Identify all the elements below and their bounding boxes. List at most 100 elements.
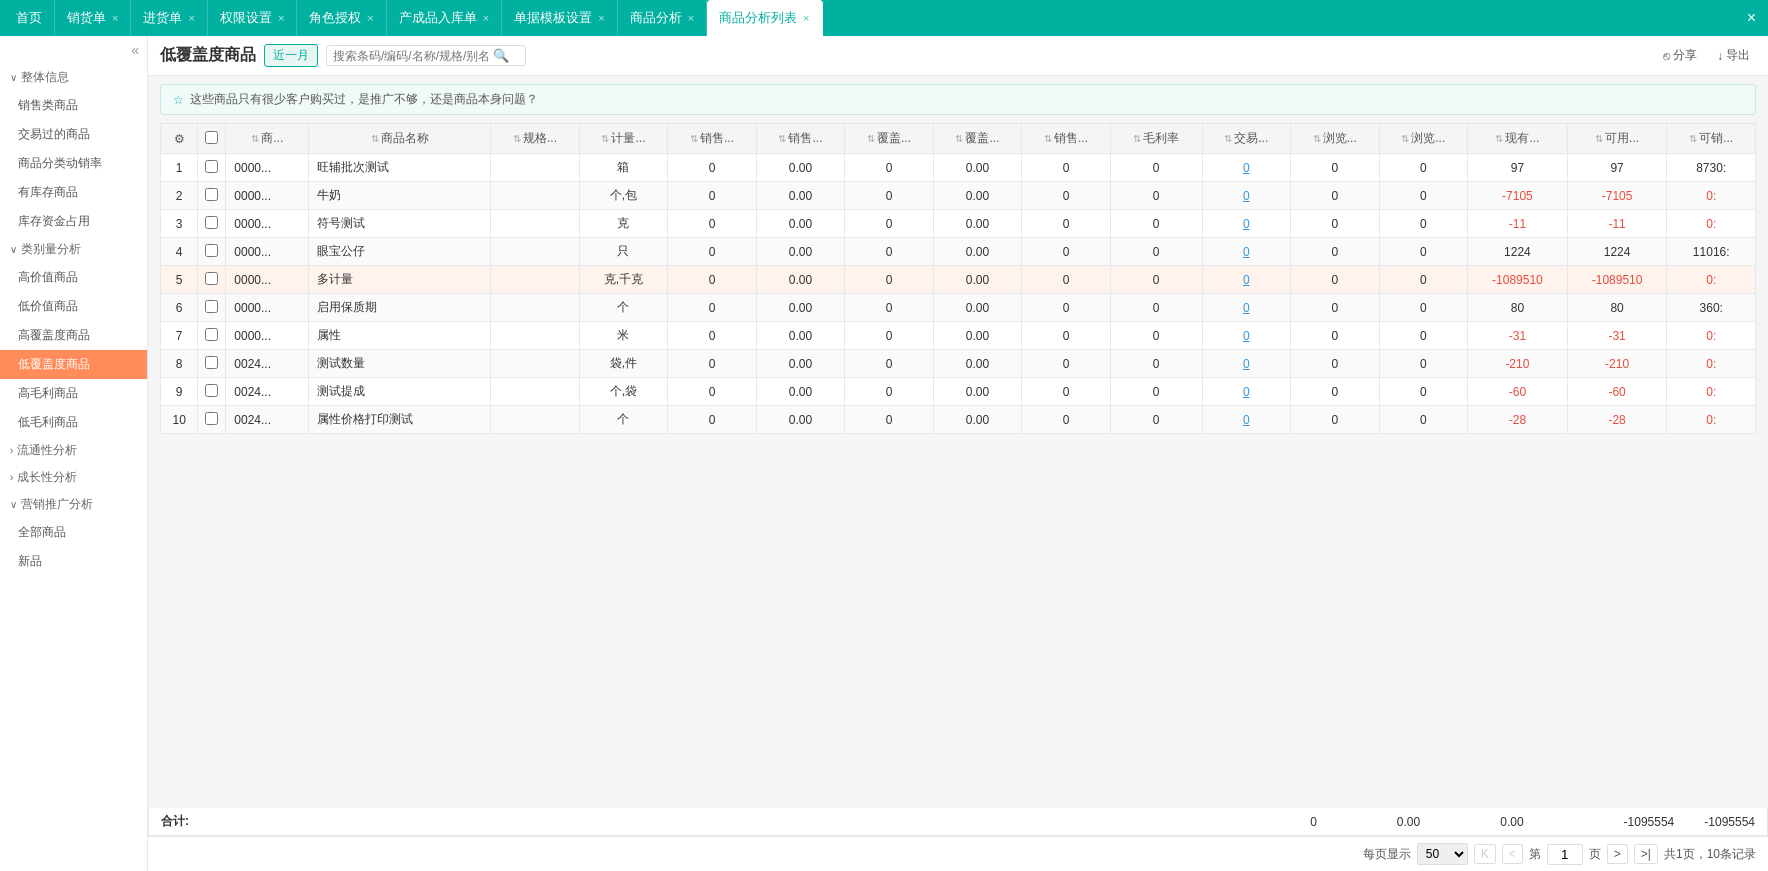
column-code[interactable]: ⇅商... — [226, 124, 309, 154]
row-checkbox[interactable] — [205, 216, 218, 229]
prev-page-button[interactable]: < — [1502, 844, 1523, 864]
row-checkbox[interactable] — [205, 244, 218, 257]
column-spec[interactable]: ⇅规格... — [491, 124, 580, 154]
nav-tab-purchase[interactable]: 进货单 × — [131, 0, 207, 36]
row-checkbox[interactable] — [205, 300, 218, 313]
select-all-checkbox[interactable] — [205, 131, 218, 144]
nav-tab-roles[interactable]: 角色授权 × — [297, 0, 386, 36]
sidebar-item-sales-goods[interactable]: 销售类商品 — [0, 91, 147, 120]
cell-checkbox[interactable] — [198, 406, 226, 434]
nav-tab-goods-analysis-list[interactable]: 商品分析列表 × — [707, 0, 822, 36]
last-page-button[interactable]: >| — [1634, 844, 1658, 864]
nav-tab-template[interactable]: 单据模板设置 × — [502, 0, 617, 36]
cell-trade[interactable]: 0 — [1202, 266, 1291, 294]
close-icon[interactable]: × — [803, 12, 809, 24]
cell-checkbox[interactable] — [198, 154, 226, 182]
cell-checkbox[interactable] — [198, 210, 226, 238]
column-sales-qty[interactable]: ⇅销售... — [668, 124, 757, 154]
column-browse1[interactable]: ⇅浏览... — [1291, 124, 1380, 154]
cell-trade[interactable]: 0 — [1202, 238, 1291, 266]
cell-trade[interactable]: 0 — [1202, 406, 1291, 434]
cell-trade[interactable]: 0 — [1202, 294, 1291, 322]
sidebar-item-low-coverage[interactable]: 低覆盖度商品 — [0, 350, 147, 379]
close-all-button[interactable]: × — [1739, 9, 1764, 27]
sidebar-item-traded-goods[interactable]: 交易过的商品 — [0, 120, 147, 149]
sidebar-section-marketing[interactable]: ∨ 营销推广分析 — [0, 491, 147, 518]
cell-browse2: 0 — [1379, 210, 1468, 238]
close-icon[interactable]: × — [598, 12, 604, 24]
row-checkbox[interactable] — [205, 160, 218, 173]
page-size-select[interactable]: 50 20 100 200 — [1417, 843, 1468, 865]
close-icon[interactable]: × — [188, 12, 194, 24]
column-sales-amt[interactable]: ⇅销售... — [756, 124, 845, 154]
cell-trade[interactable]: 0 — [1202, 350, 1291, 378]
nav-tab-goods-analysis[interactable]: 商品分析 × — [618, 0, 707, 36]
row-checkbox[interactable] — [205, 272, 218, 285]
cell-checkbox[interactable] — [198, 378, 226, 406]
row-checkbox[interactable] — [205, 356, 218, 369]
sidebar-item-all-goods[interactable]: 全部商品 — [0, 518, 147, 547]
column-cov2[interactable]: ⇅覆盖... — [933, 124, 1022, 154]
sidebar-section-flow[interactable]: › 流通性分析 — [0, 437, 147, 464]
row-checkbox[interactable] — [205, 412, 218, 425]
sidebar-item-high-value[interactable]: 高价值商品 — [0, 263, 147, 292]
sidebar-item-high-profit[interactable]: 高毛利商品 — [0, 379, 147, 408]
search-box[interactable]: 🔍 — [326, 45, 526, 66]
column-unit[interactable]: ⇅计量... — [579, 124, 668, 154]
row-checkbox[interactable] — [205, 328, 218, 341]
close-icon[interactable]: × — [112, 12, 118, 24]
cell-checkbox[interactable] — [198, 294, 226, 322]
sidebar-section-growth[interactable]: › 成长性分析 — [0, 464, 147, 491]
column-gross-rate[interactable]: ⇅毛利率 — [1110, 124, 1202, 154]
sidebar-item-low-value[interactable]: 低价值商品 — [0, 292, 147, 321]
cell-checkbox[interactable] — [198, 350, 226, 378]
nav-tab-production[interactable]: 产成品入库单 × — [387, 0, 502, 36]
sidebar-section-whole-info[interactable]: ∨ 整体信息 — [0, 64, 147, 91]
cell-trade[interactable]: 0 — [1202, 210, 1291, 238]
cell-trade[interactable]: 0 — [1202, 182, 1291, 210]
column-cov1[interactable]: ⇅覆盖... — [845, 124, 934, 154]
cell-trade[interactable]: 0 — [1202, 322, 1291, 350]
nav-tab-permissions[interactable]: 权限设置 × — [208, 0, 297, 36]
column-current-stock[interactable]: ⇅现有... — [1468, 124, 1568, 154]
export-button[interactable]: ↓ 导出 — [1711, 45, 1756, 66]
sidebar-collapse-button[interactable]: « — [0, 36, 147, 64]
close-icon[interactable]: × — [688, 12, 694, 24]
page-number-input[interactable] — [1547, 844, 1583, 865]
sidebar-item-goods-activity[interactable]: 商品分类动销率 — [0, 149, 147, 178]
search-input[interactable] — [333, 49, 493, 63]
first-page-button[interactable]: K — [1474, 844, 1496, 864]
sidebar-item-has-stock[interactable]: 有库存商品 — [0, 178, 147, 207]
sidebar-item-high-coverage[interactable]: 高覆盖度商品 — [0, 321, 147, 350]
table-container[interactable]: ⚙ ⇅商... ⇅商品名称 ⇅规格... ⇅计量... ⇅销售... ⇅销售..… — [160, 123, 1756, 800]
cell-spec — [491, 154, 580, 182]
sidebar-section-quality[interactable]: ∨ 类别量分析 — [0, 236, 147, 263]
cell-trade[interactable]: 0 — [1202, 378, 1291, 406]
column-sellable[interactable]: ⇅可销... — [1667, 124, 1756, 154]
row-checkbox[interactable] — [205, 188, 218, 201]
column-checkbox[interactable] — [198, 124, 226, 154]
column-trade[interactable]: ⇅交易... — [1202, 124, 1291, 154]
sidebar-item-stock-capital[interactable]: 库存资金占用 — [0, 207, 147, 236]
cell-checkbox[interactable] — [198, 266, 226, 294]
nav-tab-home[interactable]: 首页 — [4, 0, 55, 36]
close-icon[interactable]: × — [367, 12, 373, 24]
column-name[interactable]: ⇅商品名称 — [309, 124, 491, 154]
column-sales-days[interactable]: ⇅销售... — [1022, 124, 1111, 154]
column-settings[interactable]: ⚙ — [161, 124, 198, 154]
row-checkbox[interactable] — [205, 384, 218, 397]
cell-checkbox[interactable] — [198, 322, 226, 350]
sidebar-item-low-profit[interactable]: 低毛利商品 — [0, 408, 147, 437]
next-page-button[interactable]: > — [1607, 844, 1628, 864]
time-filter-button[interactable]: 近一月 — [264, 44, 318, 67]
share-button[interactable]: ⎋ 分享 — [1657, 45, 1703, 66]
sidebar-item-new-goods[interactable]: 新品 — [0, 547, 147, 576]
cell-checkbox[interactable] — [198, 182, 226, 210]
nav-tab-sales[interactable]: 销货单 × — [55, 0, 131, 36]
column-browse2[interactable]: ⇅浏览... — [1379, 124, 1468, 154]
close-icon[interactable]: × — [278, 12, 284, 24]
close-icon[interactable]: × — [483, 12, 489, 24]
cell-trade[interactable]: 0 — [1202, 154, 1291, 182]
column-available[interactable]: ⇅可用... — [1567, 124, 1667, 154]
cell-checkbox[interactable] — [198, 238, 226, 266]
